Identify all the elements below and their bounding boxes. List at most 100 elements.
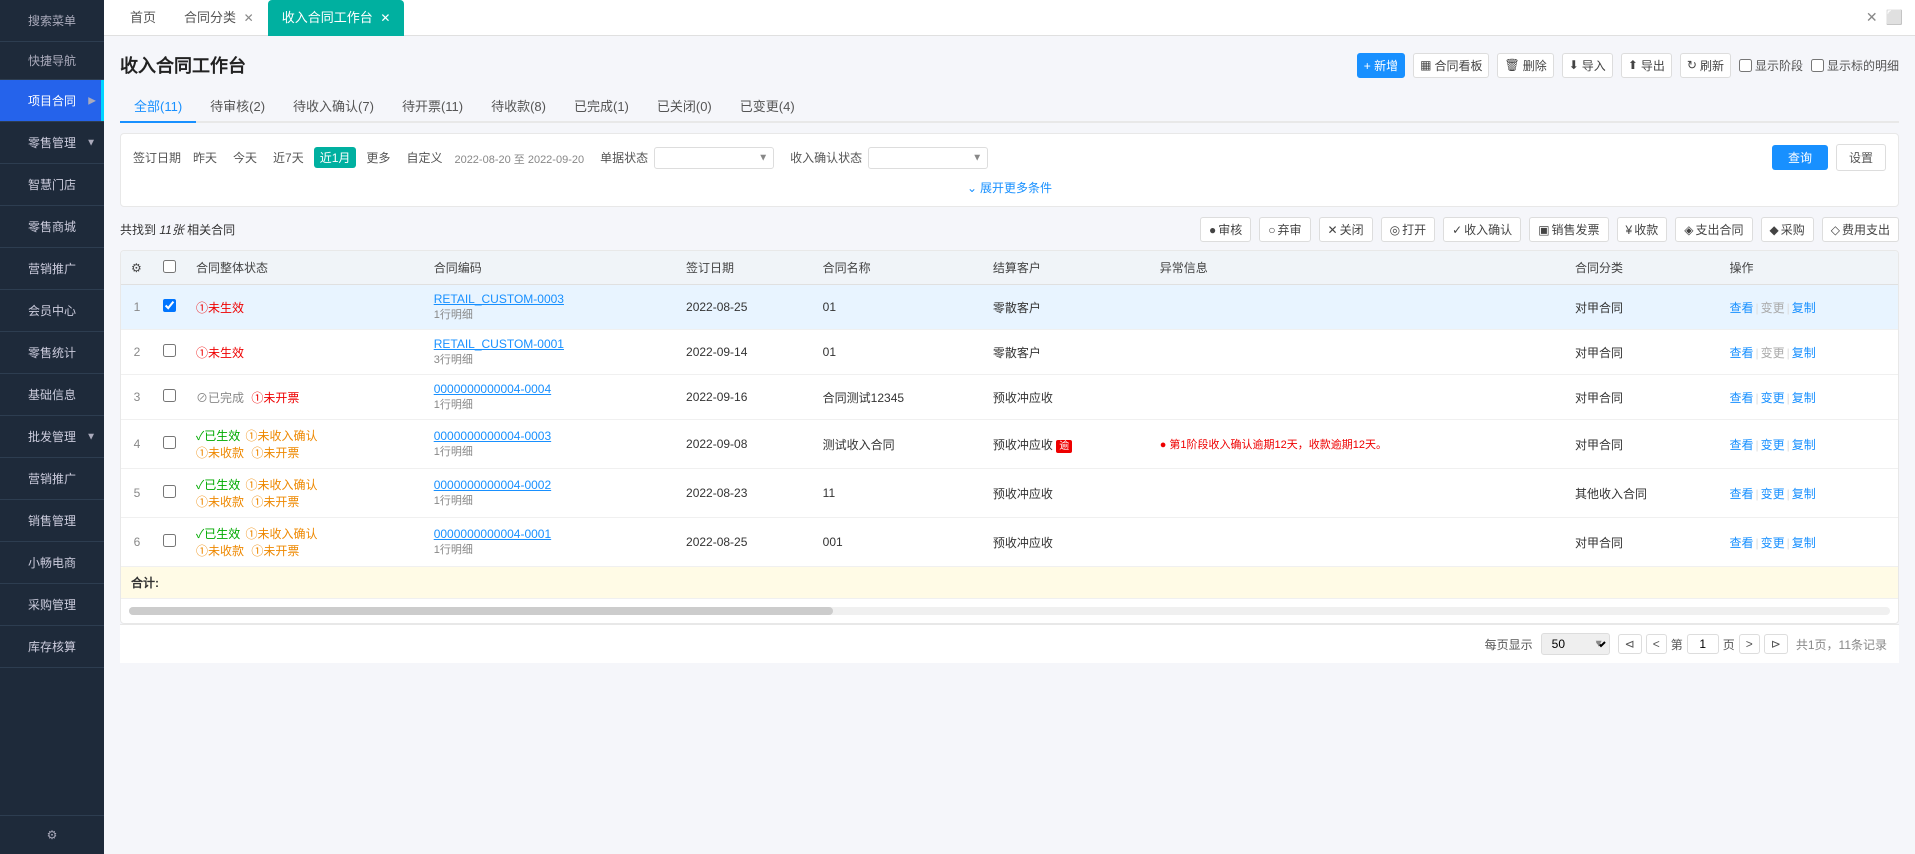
sidebar-search[interactable]: 搜索菜单 — [0, 0, 104, 42]
sidebar-item-smart-store[interactable]: 智慧门店 — [0, 164, 104, 206]
set-button[interactable]: 设置 — [1836, 144, 1886, 171]
horizontal-scrollbar[interactable] — [121, 599, 1898, 623]
sidebar-item-inventory[interactable]: 库存核算 — [0, 626, 104, 668]
sidebar-item-retail-mgmt[interactable]: 零售管理 ▼ — [0, 122, 104, 164]
date-btn-today[interactable]: 今天 — [227, 147, 263, 168]
import-button[interactable]: ⬇ 导入 — [1562, 53, 1613, 78]
sidebar-item-marketing2[interactable]: 营销推广 — [0, 458, 104, 500]
tab-home[interactable]: 首页 — [116, 0, 170, 36]
refresh-button[interactable]: ↻ 刷新 — [1680, 53, 1731, 78]
copy-link[interactable]: 复制 — [1792, 346, 1816, 360]
sidebar-item-wholesale-mgmt[interactable]: 批发管理 ▼ — [0, 416, 104, 458]
sidebar-item-project-contract[interactable]: 项目合同 ▶ — [0, 80, 104, 122]
date-btn-more[interactable]: 更多 — [360, 147, 396, 168]
contract-code-link[interactable]: 0000000000004-0004 — [434, 382, 551, 396]
window-maximize-icon[interactable]: ⬜ — [1886, 9, 1903, 26]
expand-conditions-button[interactable]: ⌄ 展开更多条件 — [967, 179, 1052, 196]
sidebar-item-member-center[interactable]: 会员中心 — [0, 290, 104, 332]
tab-income-workbench[interactable]: 收入合同工作台 ✕ — [268, 0, 405, 36]
filter-tab-all[interactable]: 全部(11) — [120, 90, 196, 123]
scroll-track[interactable] — [129, 607, 1890, 615]
tab-contract-category[interactable]: 合同分类 ✕ — [170, 0, 268, 36]
expense-out-button[interactable]: ◈ 支出合同 — [1675, 217, 1752, 242]
filter-tab-completed[interactable]: 已完成(1) — [560, 90, 643, 123]
sidebar-item-base-info[interactable]: 基础信息 — [0, 374, 104, 416]
row-checkbox[interactable] — [153, 420, 186, 469]
contract-board-button[interactable]: ▦ 合同看板 — [1413, 53, 1489, 78]
view-link[interactable]: 查看 — [1729, 391, 1753, 405]
row-checkbox[interactable] — [153, 285, 186, 330]
purchase-button[interactable]: ◆ 采购 — [1761, 217, 1814, 242]
change-link[interactable]: 变更 — [1761, 536, 1785, 550]
row-checkbox[interactable] — [153, 375, 186, 420]
copy-link[interactable]: 复制 — [1792, 391, 1816, 405]
filter-tab-pending-collection[interactable]: 待收款(8) — [477, 90, 560, 123]
fee-out-button[interactable]: ◇ 费用支出 — [1822, 217, 1899, 242]
row-checkbox[interactable] — [153, 330, 186, 375]
copy-link[interactable]: 复制 — [1792, 438, 1816, 452]
doc-status-select[interactable] — [654, 147, 774, 169]
col-settings[interactable]: ⚙ — [121, 251, 153, 285]
contract-code-link[interactable]: 0000000000004-0003 — [434, 429, 551, 443]
open-button[interactable]: ◎ 打开 — [1381, 217, 1436, 242]
view-link[interactable]: 查看 — [1729, 438, 1753, 452]
sidebar-settings[interactable]: ⚙ — [0, 815, 104, 854]
income-confirm-button[interactable]: ✓ 收入确认 — [1443, 217, 1521, 242]
sidebar-item-marketing[interactable]: 营销推广 — [0, 248, 104, 290]
collection-button[interactable]: ¥ 收款 — [1617, 217, 1668, 242]
contract-code-link[interactable]: 0000000000004-0001 — [434, 527, 551, 541]
tab-close-contract-category[interactable]: ✕ — [244, 11, 254, 25]
export-button[interactable]: ⬆ 导出 — [1621, 53, 1672, 78]
date-btn-yesterday[interactable]: 昨天 — [187, 147, 223, 168]
select-all-checkbox[interactable] — [163, 260, 176, 273]
first-page-button[interactable]: ⊲ — [1618, 634, 1642, 654]
filter-tab-closed[interactable]: 已关闭(0) — [643, 90, 726, 123]
last-page-button[interactable]: ⊳ — [1764, 634, 1788, 654]
view-link[interactable]: 查看 — [1729, 536, 1753, 550]
copy-link[interactable]: 复制 — [1792, 301, 1816, 315]
change-link[interactable]: 变更 — [1761, 346, 1785, 360]
change-link[interactable]: 变更 — [1761, 391, 1785, 405]
abandon-button[interactable]: ○ 弃审 — [1259, 217, 1310, 242]
date-btn-last1month[interactable]: 近1月 — [314, 147, 357, 168]
view-link[interactable]: 查看 — [1729, 346, 1753, 360]
date-btn-custom[interactable]: 自定义 — [400, 147, 448, 168]
show-stages-checkbox[interactable]: 显示阶段 — [1739, 57, 1803, 74]
filter-tab-pending-invoice[interactable]: 待开票(11) — [388, 90, 477, 123]
change-link[interactable]: 变更 — [1761, 487, 1785, 501]
window-close-icon[interactable]: ✕ — [1866, 9, 1878, 26]
sales-invoice-button[interactable]: ▣ 销售发票 — [1529, 217, 1608, 242]
copy-link[interactable]: 复制 — [1792, 487, 1816, 501]
contract-code-link[interactable]: RETAIL_CUSTOM-0003 — [434, 292, 564, 306]
filter-tab-changed[interactable]: 已变更(4) — [726, 90, 809, 123]
page-size-select[interactable]: 50 100 200 — [1541, 633, 1610, 655]
sidebar-item-xiaochangecom[interactable]: 小畅电商 — [0, 542, 104, 584]
sidebar-item-purchase-mgmt[interactable]: 采购管理 — [0, 584, 104, 626]
sidebar-item-retail-stats[interactable]: 零售统计 — [0, 332, 104, 374]
sidebar-item-retail-commerce[interactable]: 零售商城 — [0, 206, 104, 248]
new-button[interactable]: + 新增 — [1357, 53, 1405, 78]
view-link[interactable]: 查看 — [1729, 487, 1753, 501]
change-link[interactable]: 变更 — [1761, 301, 1785, 315]
close-button[interactable]: ✕ 关闭 — [1319, 217, 1373, 242]
tab-close-income-workbench[interactable]: ✕ — [380, 11, 390, 25]
next-page-button[interactable]: > — [1739, 634, 1760, 654]
prev-page-button[interactable]: < — [1646, 634, 1667, 654]
delete-button[interactable]: 🗑 删除 — [1497, 53, 1553, 78]
filter-tab-pending-review[interactable]: 待审核(2) — [196, 90, 279, 123]
copy-link[interactable]: 复制 — [1792, 536, 1816, 550]
row-checkbox[interactable] — [153, 469, 186, 518]
query-button[interactable]: 查询 — [1772, 145, 1828, 170]
contract-code-link[interactable]: RETAIL_CUSTOM-0001 — [434, 337, 564, 351]
change-link[interactable]: 变更 — [1761, 438, 1785, 452]
contract-code-link[interactable]: 0000000000004-0002 — [434, 478, 551, 492]
view-link[interactable]: 查看 — [1729, 301, 1753, 315]
sidebar-item-sales-mgmt[interactable]: 销售管理 — [0, 500, 104, 542]
page-input[interactable] — [1687, 634, 1719, 654]
date-btn-last7days[interactable]: 近7天 — [267, 147, 310, 168]
row-checkbox[interactable] — [153, 518, 186, 567]
income-confirm-status-select[interactable] — [868, 147, 988, 169]
show-marks-checkbox[interactable]: 显示标的明细 — [1811, 57, 1899, 74]
scroll-thumb[interactable] — [129, 607, 833, 615]
sidebar-quick-nav[interactable]: 快捷导航 — [0, 42, 104, 80]
